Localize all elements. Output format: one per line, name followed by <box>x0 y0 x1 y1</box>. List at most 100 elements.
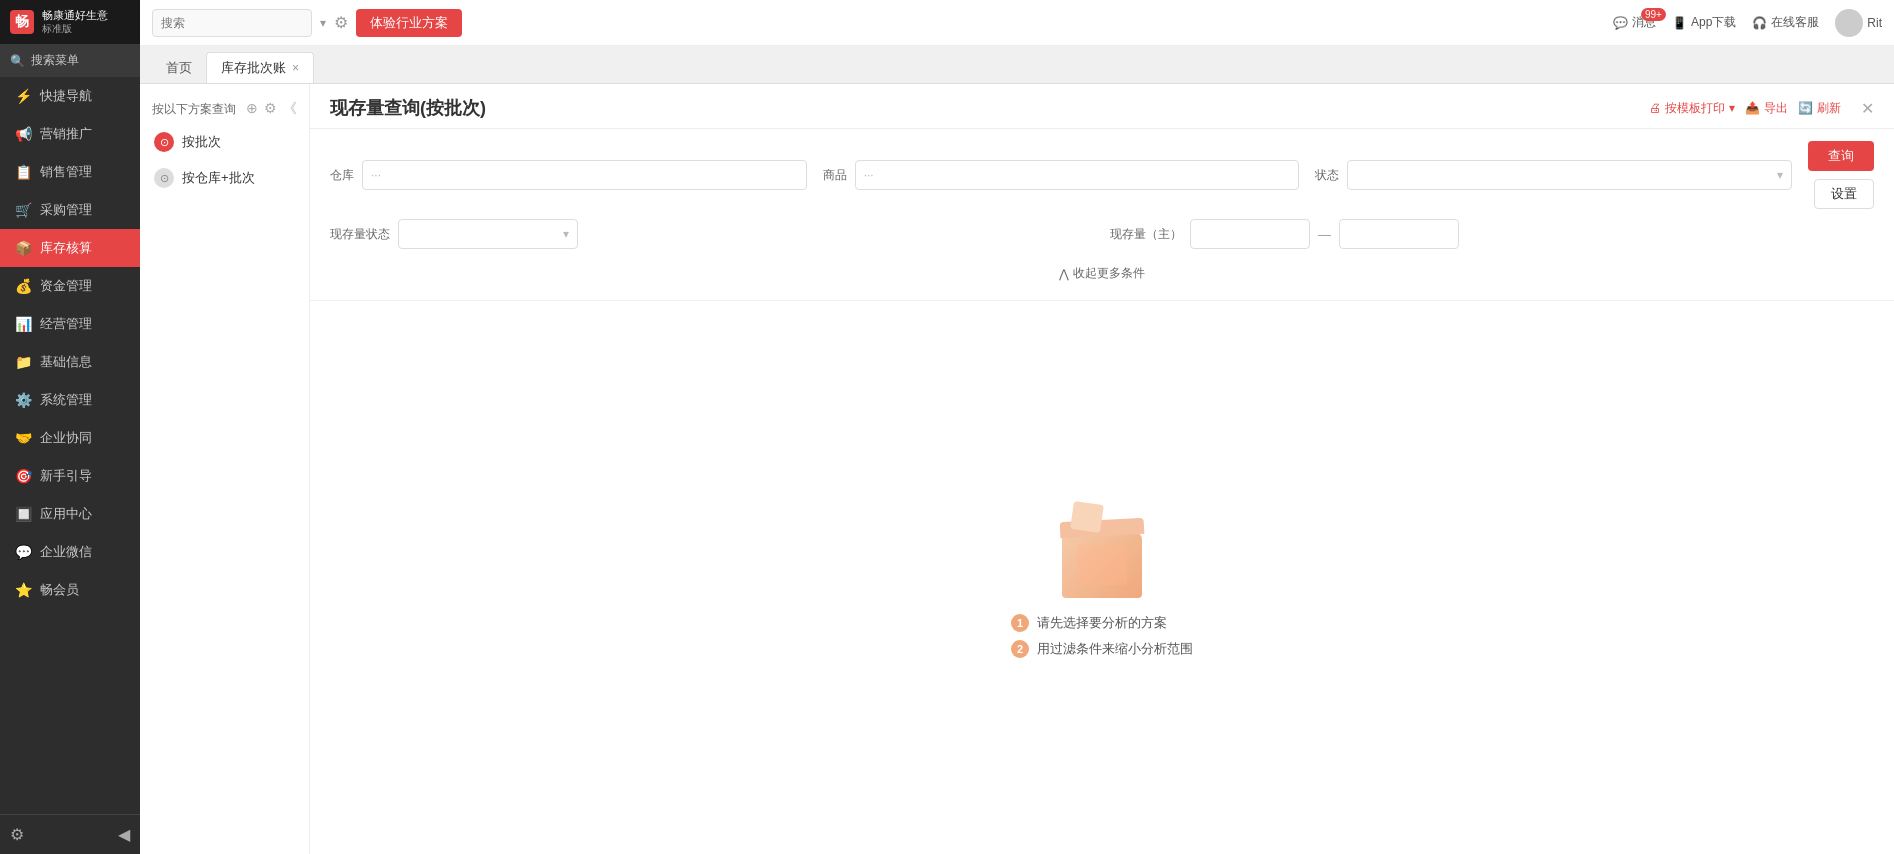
refresh-label: 刷新 <box>1817 100 1841 117</box>
inventory-icon: 📦 <box>14 239 32 257</box>
sidebar-item-sales[interactable]: 📋 销售管理 <box>0 153 140 191</box>
scheme-settings-icon[interactable]: ⚙ <box>264 100 277 118</box>
step-num-1: 1 <box>1011 614 1029 632</box>
warehouse-input[interactable]: ··· <box>362 160 807 190</box>
nav-label: 营销推广 <box>40 125 92 143</box>
user-name: Rit <box>1867 16 1882 30</box>
collapse-filter-button[interactable]: ⋀ 收起更多条件 <box>330 259 1874 288</box>
query-buttons: 查询 设置 <box>1808 141 1874 209</box>
sidebar-header: 畅 畅康通好生意 标准版 <box>0 0 140 44</box>
empty-step-2: 2 用过滤条件来缩小分析范围 <box>1011 640 1193 658</box>
customer-service-label: 在线客服 <box>1771 14 1819 31</box>
inv-status-arrow: ▾ <box>563 227 569 241</box>
scheme-item-by-warehouse-batch[interactable]: ⊙ 按仓库+批次 <box>140 160 309 196</box>
sidebar-item-marketing[interactable]: 📢 营销推广 <box>0 115 140 153</box>
collapse-panel-icon[interactable]: 《 <box>283 100 297 118</box>
sidebar-item-apps[interactable]: 🔲 应用中心 <box>0 495 140 533</box>
sidebar-item-enterprise[interactable]: 🤝 企业协同 <box>0 419 140 457</box>
qty-min-input[interactable] <box>1190 219 1310 249</box>
inventory-status-select[interactable]: ▾ <box>398 219 578 249</box>
scheme-item-by-batch[interactable]: ⊙ 按批次 <box>140 124 309 160</box>
product-label: 商品 <box>823 167 847 184</box>
status-select-arrow: ▾ <box>1777 168 1783 182</box>
query-button[interactable]: 查询 <box>1808 141 1874 171</box>
batch-icon: ⊙ <box>154 132 174 152</box>
topbar-right: 💬 消息 99+ 📱 App下载 🎧 在线客服 Rit <box>1613 9 1882 37</box>
refresh-icon: 🔄 <box>1798 101 1813 115</box>
sidebar-item-basic[interactable]: 📁 基础信息 <box>0 343 140 381</box>
step-2-text: 用过滤条件来缩小分析范围 <box>1037 640 1193 658</box>
nav-label: 基础信息 <box>40 353 92 371</box>
status-label: 状态 <box>1315 167 1339 184</box>
marketing-icon: 📢 <box>14 125 32 143</box>
tab-batch-label: 库存批次账 <box>221 59 286 77</box>
wechat-icon: 💬 <box>14 543 32 561</box>
app-download-item[interactable]: 📱 App下载 <box>1672 14 1736 31</box>
warehouse-label: 仓库 <box>330 167 354 184</box>
topbar-gear-icon[interactable]: ⚙ <box>334 13 348 32</box>
inventory-status-filter: 现存量状态 ▾ <box>330 219 1094 249</box>
product-input[interactable]: ··· <box>855 160 1300 190</box>
headset-icon: 🎧 <box>1752 16 1767 30</box>
topbar: ▾ ⚙ 体验行业方案 💬 消息 99+ 📱 App下载 🎧 在线客服 Rit <box>140 0 1894 46</box>
sidebar-item-operations[interactable]: 📊 经营管理 <box>0 305 140 343</box>
nav-label: 快捷导航 <box>40 87 92 105</box>
step-1-text: 请先选择要分析的方案 <box>1037 614 1167 632</box>
collapse-sidebar-icon[interactable]: ◀ <box>118 825 130 844</box>
empty-illustration <box>1052 498 1152 598</box>
messages-item[interactable]: 💬 消息 99+ <box>1613 14 1656 31</box>
sidebar-item-member[interactable]: ⭐ 畅会员 <box>0 571 140 609</box>
basic-icon: 📁 <box>14 353 32 371</box>
app-download-icon: 📱 <box>1672 16 1687 30</box>
nav-label: 经营管理 <box>40 315 92 333</box>
collapse-label: 收起更多条件 <box>1073 265 1145 282</box>
sidebar-item-finance[interactable]: 💰 资金管理 <box>0 267 140 305</box>
user-profile-item[interactable]: Rit <box>1835 9 1882 37</box>
export-button[interactable]: 📤 导出 <box>1745 100 1788 117</box>
sidebar-item-newbie[interactable]: 🎯 新手引导 <box>0 457 140 495</box>
sidebar-item-wechat[interactable]: 💬 企业微信 <box>0 533 140 571</box>
right-content: 现存量查询(按批次) 🖨 按模板打印 ▾ 📤 导出 🔄 刷新 <box>310 84 1894 854</box>
tab-bar: 首页 库存批次账 × <box>140 46 1894 84</box>
tab-home[interactable]: 首页 <box>152 53 206 83</box>
tab-close-icon[interactable]: × <box>292 61 299 75</box>
page-title: 现存量查询(按批次) <box>330 96 486 120</box>
sidebar-item-inventory[interactable]: 📦 库存核算 <box>0 229 140 267</box>
tab-home-label: 首页 <box>166 59 192 77</box>
finance-icon: 💰 <box>14 277 32 295</box>
sidebar-item-purchase[interactable]: 🛒 采购管理 <box>0 191 140 229</box>
search-menu-item[interactable]: 🔍 搜索菜单 <box>0 44 140 77</box>
sidebar-item-quick-nav[interactable]: ⚡ 快捷导航 <box>0 77 140 115</box>
status-select[interactable]: ▾ <box>1347 160 1792 190</box>
empty-step-1: 1 请先选择要分析的方案 <box>1011 614 1193 632</box>
settings-icon[interactable]: ⚙ <box>10 825 24 844</box>
user-avatar <box>1835 9 1863 37</box>
app-logo: 畅 <box>10 10 34 34</box>
empty-state: 1 请先选择要分析的方案 2 用过滤条件来缩小分析范围 <box>310 301 1894 854</box>
search-icon: 🔍 <box>10 54 25 68</box>
empty-steps: 1 请先选择要分析的方案 2 用过滤条件来缩小分析范围 <box>1011 614 1193 658</box>
sales-icon: 📋 <box>14 163 32 181</box>
topbar-left: ▾ ⚙ 体验行业方案 <box>152 9 1603 37</box>
customer-service-item[interactable]: 🎧 在线客服 <box>1752 14 1819 31</box>
page-close-button[interactable]: ✕ <box>1861 99 1874 118</box>
nav-label: 畅会员 <box>40 581 79 599</box>
qty-label: 现存量（主） <box>1110 226 1182 243</box>
nav-label: 企业协同 <box>40 429 92 447</box>
print-dropdown-icon[interactable]: ▾ <box>1729 101 1735 115</box>
print-button[interactable]: 🖨 按模板打印 ▾ <box>1649 100 1735 117</box>
export-icon: 📤 <box>1745 101 1760 115</box>
nav-label: 资金管理 <box>40 277 92 295</box>
tab-batch-account[interactable]: 库存批次账 × <box>206 52 314 83</box>
search-chevron-icon[interactable]: ▾ <box>320 16 326 30</box>
nav-label: 新手引导 <box>40 467 92 485</box>
filter-row-2: 现存量状态 ▾ 现存量（主） — <box>330 219 1874 249</box>
search-input[interactable] <box>152 9 312 37</box>
app-company: 畅康通好生意 <box>42 8 108 22</box>
qty-max-input[interactable] <box>1339 219 1459 249</box>
sidebar-item-system[interactable]: ⚙️ 系统管理 <box>0 381 140 419</box>
experience-button[interactable]: 体验行业方案 <box>356 9 462 37</box>
add-scheme-icon[interactable]: ⊕ <box>246 100 258 118</box>
settings-button[interactable]: 设置 <box>1814 179 1874 209</box>
refresh-button[interactable]: 🔄 刷新 <box>1798 100 1841 117</box>
